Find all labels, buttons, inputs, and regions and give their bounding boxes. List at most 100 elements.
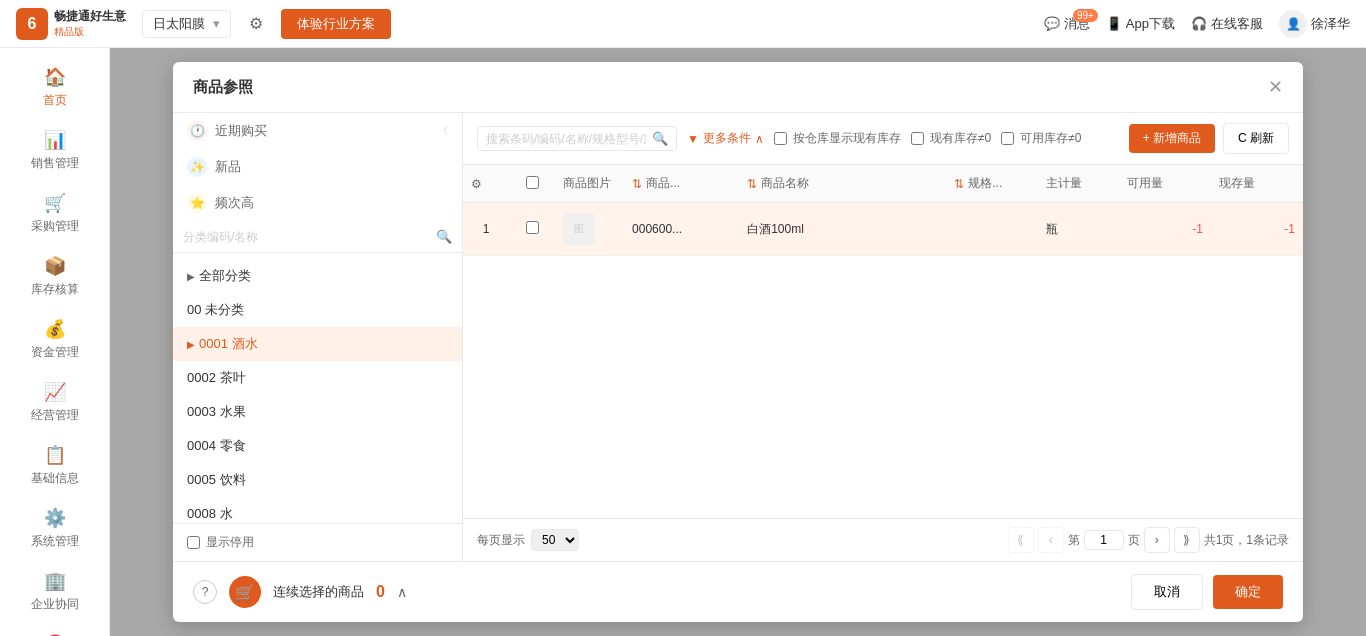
warehouse-checkbox-label[interactable]: 按仓库显示现有库存 [774,130,901,147]
category-arrow-icon: ▶ [187,271,195,282]
category-item-snack[interactable]: 0004 零食 [173,429,462,463]
sidebar-item-finance[interactable]: 💰 资金管理 [0,308,109,371]
sidebar-item-enterprise[interactable]: 🏢 企业协同 [0,560,109,623]
user-nav-item[interactable]: 👤 徐泽华 [1279,10,1350,38]
customer-service-nav-item[interactable]: 🎧 在线客服 [1191,15,1263,33]
phone-icon: 📱 [1106,16,1122,31]
new-icon: ✨ [187,157,207,177]
table-header-checkbox [509,165,555,203]
modal-overlay: 商品参照 ✕ 🕐 近期购买 《 [110,48,1366,636]
home-icon: 🏠 [44,66,66,88]
nav-right: 💬 消息 99+ 📱 App下载 🎧 在线客服 👤 徐泽华 [1044,10,1350,38]
product-search-box: 🔍 [477,126,677,151]
sidebar-item-home[interactable]: 🏠 首页 [0,56,109,119]
category-item-uncategorized[interactable]: 00 未分类 [173,293,462,327]
category-active-arrow-icon: ▶ [187,339,195,350]
available-stock-checkbox-label[interactable]: 可用库存≠0 [1001,130,1081,147]
store-selector[interactable]: 日太阳膜 ▾ [142,10,231,38]
category-item-tea[interactable]: 0002 茶叶 [173,361,462,395]
sales-icon: 📊 [44,129,66,151]
product-table: ⚙ 商品图片 [463,165,1303,518]
sidebar-item-system[interactable]: ⚙️ 系统管理 [0,497,109,560]
category-item-wine[interactable]: ▶ 0001 酒水 [173,327,462,361]
gear-header-icon: ⚙ [471,177,482,191]
table-header-name[interactable]: ⇅ 商品名称 [739,165,946,203]
row-available: -1 [1119,203,1211,256]
footer-right: 取消 确定 [1131,574,1283,610]
row-num: 1 [463,203,509,256]
search-icon[interactable]: 🔍 [652,131,668,146]
category-item-water[interactable]: 0008 水 [173,497,462,523]
message-nav-item[interactable]: 💬 消息 99+ [1044,15,1090,33]
category-item-beverage[interactable]: 0005 饮料 [173,463,462,497]
row-unit: 瓶 [1038,203,1119,256]
table-header-settings[interactable]: ⚙ [463,165,509,203]
table-header-image: 商品图片 [555,165,624,203]
avatar: 👤 [1279,10,1307,38]
cancel-button[interactable]: 取消 [1131,574,1203,610]
category-item-all[interactable]: ▶ 全部分类 [173,259,462,293]
page-number-input[interactable] [1084,530,1124,550]
pagination-right: ⟪ ‹ 第 页 › ⟫ 共1页，1条记录 [1008,527,1289,553]
quick-link-frequent[interactable]: ⭐ 频次高 [173,185,462,221]
quick-links: 🕐 近期购买 《 ✨ 新品 ⭐ 频次高 [173,113,462,221]
headset-icon: 🎧 [1191,16,1207,31]
message-badge: 99+ [1073,9,1098,22]
next-page-button[interactable]: › [1144,527,1170,553]
select-all-checkbox[interactable] [526,176,539,189]
filter-button[interactable]: ▼ 更多条件 ∧ [687,130,764,147]
modal-body: 🕐 近期购买 《 ✨ 新品 ⭐ 频次高 [173,113,1303,561]
sidebar-item-guide[interactable]: 🎯 新手引导 [0,623,109,636]
table-header-stock: 现存量 [1211,165,1303,203]
category-search-icon[interactable]: 🔍 [436,229,452,244]
collapse-category-icon: 《 [438,124,448,138]
cart-icon: 🛒 [229,576,261,608]
category-panel: 🕐 近期购买 《 ✨ 新品 ⭐ 频次高 [173,113,463,561]
pagination-left: 每页显示 50 [477,529,579,551]
sidebar-item-operation[interactable]: 📈 经营管理 [0,371,109,434]
last-page-button[interactable]: ⟫ [1174,527,1200,553]
prev-page-button[interactable]: ‹ [1038,527,1064,553]
sidebar-item-inventory[interactable]: 📦 库存核算 [0,245,109,308]
quick-link-new[interactable]: ✨ 新品 [173,149,462,185]
modal-close-button[interactable]: ✕ [1268,76,1283,98]
sidebar: 🏠 首页 📊 销售管理 🛒 采购管理 📦 库存核算 💰 资金管理 📈 经营管理 … [0,48,110,636]
frequent-icon: ⭐ [187,193,207,213]
table-header-code[interactable]: ⇅ 商品... [624,165,739,203]
message-icon: 💬 [1044,16,1060,31]
modal-footer: ? 🛒 连续选择的商品 0 ∧ 取消 确定 [173,561,1303,622]
confirm-button[interactable]: 确定 [1213,575,1283,609]
logo-area: 6 畅捷通好生意 精品版 [16,8,126,40]
add-product-button[interactable]: + 新增商品 [1129,124,1215,153]
sidebar-item-basic[interactable]: 📋 基础信息 [0,434,109,497]
page-size-select[interactable]: 50 [531,529,579,551]
category-item-fruit[interactable]: 0003 水果 [173,395,462,429]
available-stock-checkbox[interactable] [1001,132,1014,145]
modal-header: 商品参照 ✕ [173,62,1303,113]
footer-collapse-icon[interactable]: ∧ [397,584,407,600]
help-button[interactable]: ? [193,580,217,604]
warehouse-checkbox[interactable] [774,132,787,145]
app-download-nav-item[interactable]: 📱 App下载 [1106,15,1175,33]
sort-spec-icon: ⇅ [954,177,964,191]
refresh-button[interactable]: C 刷新 [1223,123,1289,154]
sidebar-item-purchase[interactable]: 🛒 采购管理 [0,182,109,245]
settings-icon[interactable]: ⚙ [241,9,271,39]
product-search-input[interactable] [486,132,646,146]
logo-icon: 6 [16,8,48,40]
sidebar-item-sales[interactable]: 📊 销售管理 [0,119,109,182]
first-page-button[interactable]: ⟪ [1008,527,1034,553]
quick-link-recent[interactable]: 🕐 近期购买 《 [173,113,462,149]
show-disabled-checkbox[interactable] [187,536,200,549]
row-image: 图 [555,203,624,256]
row-checkbox[interactable] [526,221,539,234]
trial-button[interactable]: 体验行业方案 [281,9,391,39]
product-data-table: ⚙ 商品图片 [463,165,1303,256]
current-stock-checkbox[interactable] [911,132,924,145]
system-icon: ⚙️ [44,507,66,529]
row-stock: -1 [1211,203,1303,256]
current-stock-checkbox-label[interactable]: 现有库存≠0 [911,130,991,147]
category-search-input[interactable] [183,230,430,244]
table-header-spec[interactable]: ⇅ 规格... [946,165,1038,203]
table-row[interactable]: 1 图 000600... 白酒100ml [463,203,1303,256]
